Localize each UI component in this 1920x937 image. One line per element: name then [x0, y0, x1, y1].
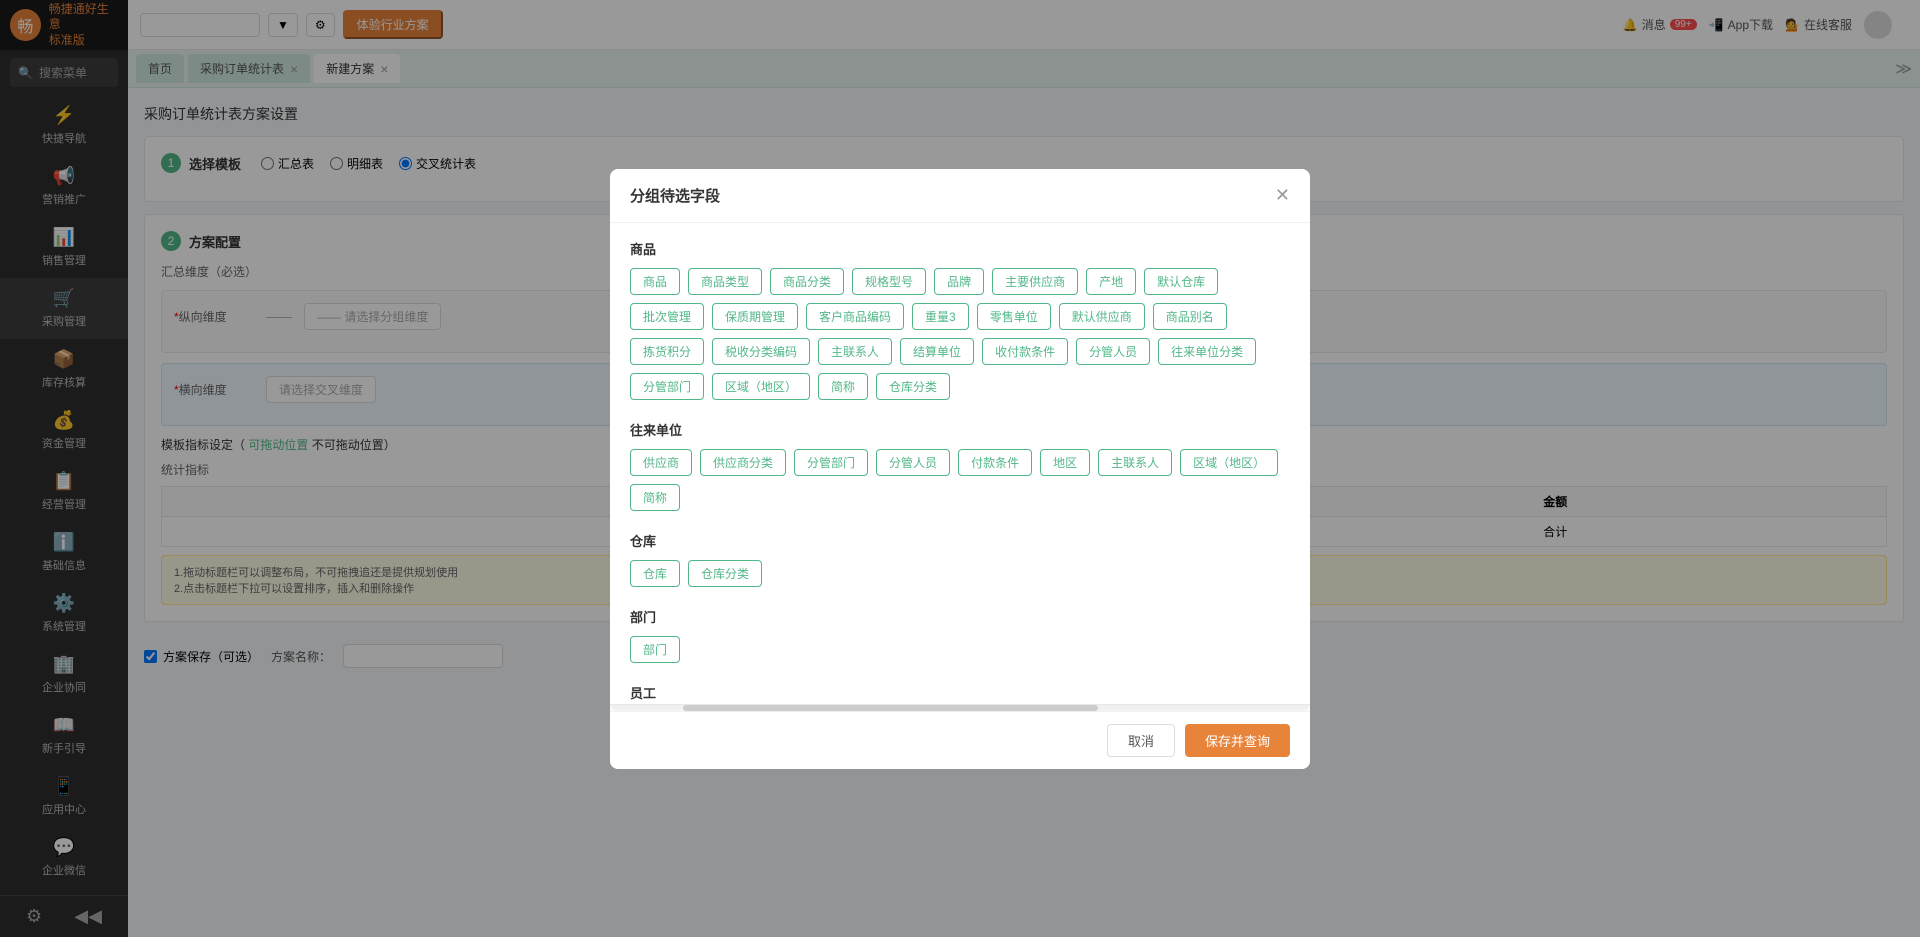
- field-chip[interactable]: 区域（地区）: [712, 373, 810, 400]
- field-chip[interactable]: 收付款条件: [982, 338, 1068, 365]
- field-chip[interactable]: 部门: [630, 636, 680, 663]
- modal-footer: 取消 保存并查询: [610, 711, 1310, 769]
- field-chip[interactable]: 分管人员: [876, 449, 950, 476]
- field-section-staff-title: 员工: [630, 683, 1290, 702]
- field-chip[interactable]: 供应商分类: [700, 449, 786, 476]
- modal-overlay: 分组待选字段 ✕ 商品 商品商品类型商品分类规格型号品牌主要供应商产地默认仓库批…: [0, 0, 1920, 937]
- field-chip[interactable]: 品牌: [934, 268, 984, 295]
- field-chip[interactable]: 付款条件: [958, 449, 1032, 476]
- field-section-staff: 员工 业务员: [630, 683, 1290, 704]
- modal-title: 分组待选字段: [630, 185, 720, 206]
- field-chip[interactable]: 拣货积分: [630, 338, 704, 365]
- field-grid-department: 部门: [630, 636, 1290, 663]
- field-section-partner: 往来单位 供应商供应商分类分管部门分管人员付款条件地区主联系人区域（地区） 简称: [630, 420, 1290, 511]
- field-chip[interactable]: 区域（地区）: [1180, 449, 1278, 476]
- field-chip[interactable]: 结算单位: [900, 338, 974, 365]
- field-chip[interactable]: 仓库分类: [688, 560, 762, 587]
- field-section-goods-title: 商品: [630, 239, 1290, 258]
- field-chip[interactable]: 默认供应商: [1059, 303, 1145, 330]
- field-chip[interactable]: 地区: [1040, 449, 1090, 476]
- cancel-button[interactable]: 取消: [1107, 724, 1175, 757]
- field-chip[interactable]: 税收分类编码: [712, 338, 810, 365]
- field-section-department: 部门 部门: [630, 607, 1290, 663]
- field-chip[interactable]: 分管人员: [1076, 338, 1150, 365]
- field-chip[interactable]: 仓库: [630, 560, 680, 587]
- field-chip[interactable]: 简称: [818, 373, 868, 400]
- field-chip[interactable]: 产地: [1086, 268, 1136, 295]
- field-chip[interactable]: 保质期管理: [712, 303, 798, 330]
- field-chip[interactable]: 零售单位: [977, 303, 1051, 330]
- modal-horizontal-scrollbar[interactable]: [610, 704, 1310, 711]
- field-grid-goods: 商品商品类型商品分类规格型号品牌主要供应商产地默认仓库批次管理保质期管理客户商品…: [630, 268, 1290, 400]
- save-query-button[interactable]: 保存并查询: [1185, 724, 1290, 757]
- field-chip[interactable]: 商品: [630, 268, 680, 295]
- field-chip[interactable]: 商品分类: [770, 268, 844, 295]
- field-select-modal: 分组待选字段 ✕ 商品 商品商品类型商品分类规格型号品牌主要供应商产地默认仓库批…: [610, 169, 1310, 769]
- field-chip[interactable]: 主联系人: [818, 338, 892, 365]
- field-section-warehouse: 仓库 仓库仓库分类: [630, 531, 1290, 587]
- field-chip[interactable]: 仓库分类: [876, 373, 950, 400]
- field-chip[interactable]: 分管部门: [794, 449, 868, 476]
- field-chip[interactable]: 供应商: [630, 449, 692, 476]
- field-chip[interactable]: 分管部门: [630, 373, 704, 400]
- field-chip[interactable]: 默认仓库: [1144, 268, 1218, 295]
- modal-header: 分组待选字段 ✕: [610, 169, 1310, 223]
- field-chip[interactable]: 主要供应商: [992, 268, 1078, 295]
- field-section-partner-title: 往来单位: [630, 420, 1290, 439]
- field-chip[interactable]: 商品类型: [688, 268, 762, 295]
- field-chip[interactable]: 重量3: [912, 303, 969, 330]
- field-chip[interactable]: 客户商品编码: [806, 303, 904, 330]
- field-chip[interactable]: 批次管理: [630, 303, 704, 330]
- field-chip[interactable]: 规格型号: [852, 268, 926, 295]
- modal-body[interactable]: 商品 商品商品类型商品分类规格型号品牌主要供应商产地默认仓库批次管理保质期管理客…: [610, 223, 1310, 704]
- field-chip[interactable]: 主联系人: [1098, 449, 1172, 476]
- field-chip[interactable]: 往来单位分类: [1158, 338, 1256, 365]
- field-grid-partner: 供应商供应商分类分管部门分管人员付款条件地区主联系人区域（地区） 简称: [630, 449, 1290, 511]
- modal-close-button[interactable]: ✕: [1275, 185, 1290, 206]
- field-grid-warehouse: 仓库仓库分类: [630, 560, 1290, 587]
- field-chip[interactable]: 简称: [630, 484, 680, 511]
- field-section-goods: 商品 商品商品类型商品分类规格型号品牌主要供应商产地默认仓库批次管理保质期管理客…: [630, 239, 1290, 400]
- field-chip[interactable]: 商品别名: [1153, 303, 1227, 330]
- field-section-department-title: 部门: [630, 607, 1290, 626]
- field-section-warehouse-title: 仓库: [630, 531, 1290, 550]
